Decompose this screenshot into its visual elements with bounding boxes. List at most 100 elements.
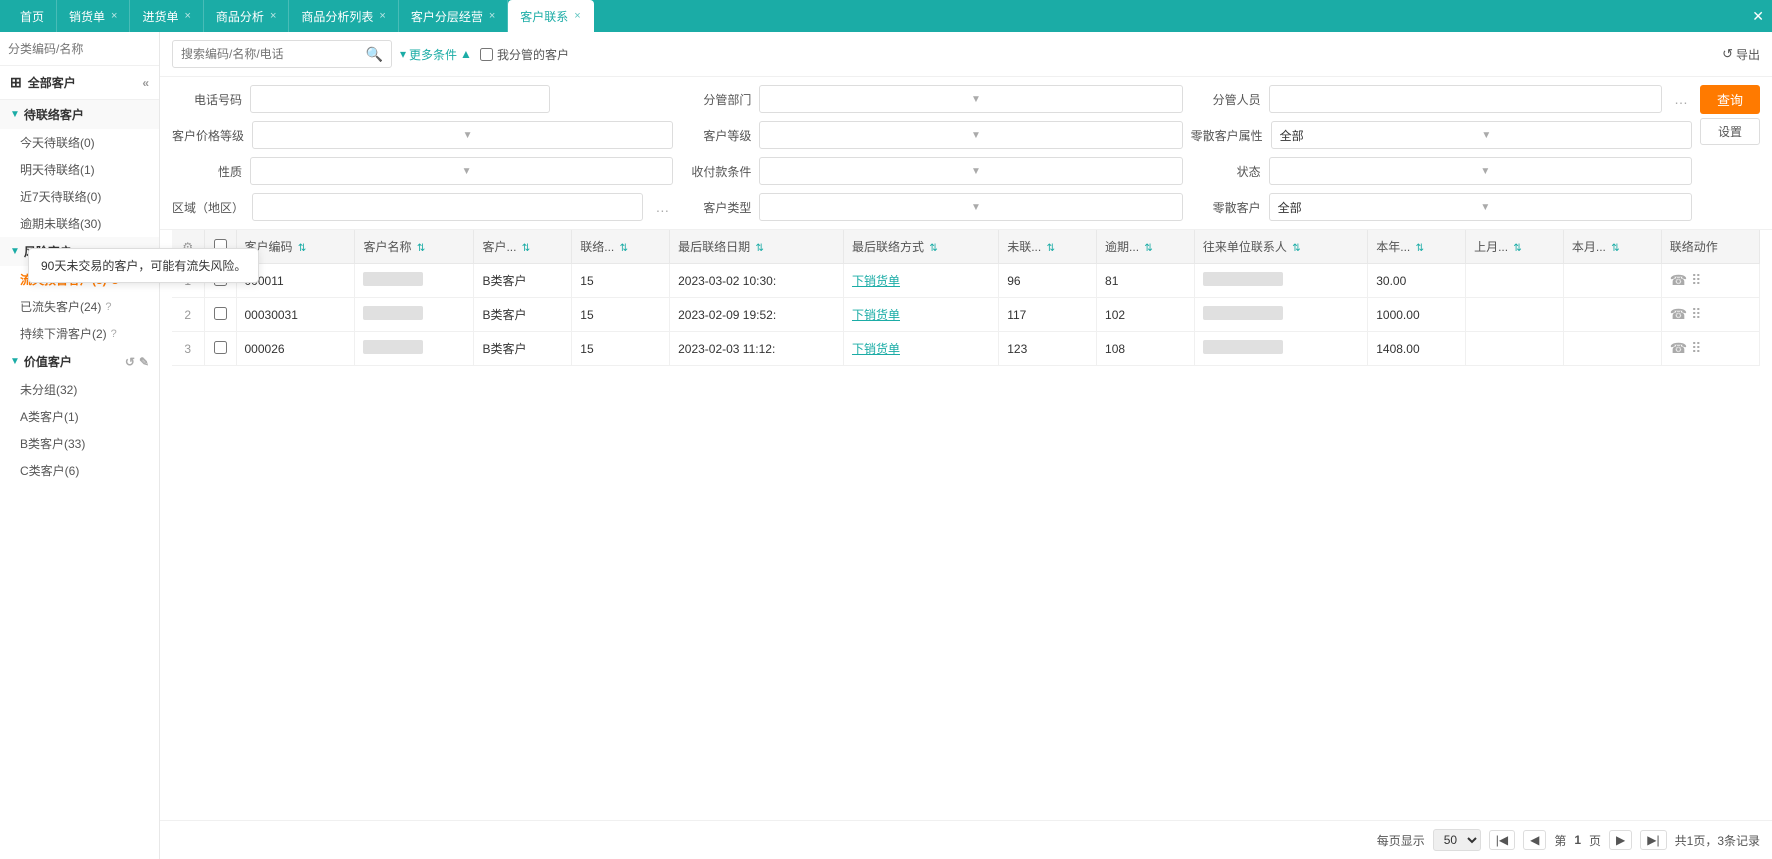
phone-input[interactable] [250,85,550,113]
customer-level-label: 客户等级 [681,127,751,144]
row-num: 3 [172,332,204,366]
sidebar-item-ungrouped[interactable]: 未分组(32) [0,376,159,403]
sidebar-item-tomorrow-contact[interactable]: 明天待联络(1) [0,156,159,183]
sidebar-group-value[interactable]: ▼ 价值客户 ↺ ✎ [0,347,159,376]
person-select[interactable] [1269,85,1662,113]
row-checkbox-cell[interactable] [204,332,236,366]
all-customers-icon: ⊞ [10,74,22,91]
close-tab-sales-order[interactable]: × [111,10,117,22]
zero-attr-select[interactable]: 全部 ▼ [1271,121,1692,149]
sidebar-item-overdue-contact[interactable]: 逾期未联络(30) [0,210,159,237]
tab-product-analysis[interactable]: 商品分析 × [204,0,289,32]
close-tab-purchase-order[interactable]: × [184,10,190,22]
th-last-contact-method[interactable]: 最后联络方式 ⇅ [843,230,998,264]
row-more-icon[interactable]: ⠿ [1691,340,1701,357]
row-contact-icon[interactable]: ☎ [1670,306,1687,323]
sidebar-item-class-b[interactable]: B类客户(33) [0,430,159,457]
per-page-select[interactable]: 50 [1433,829,1481,851]
my-customers-checkbox-container[interactable]: 我分管的客户 [480,46,569,63]
filter-bar: 🔍 ▾ 更多条件 ▲ 我分管的客户 ↺ 导出 [160,32,1772,77]
row-last-contact-method[interactable]: 下销货单 [843,332,998,366]
sidebar-item-7days-contact[interactable]: 近7天待联络(0) [0,183,159,210]
row-contact-icon[interactable]: ☎ [1670,272,1687,289]
row-checkbox[interactable] [214,341,227,354]
sidebar-item-class-a[interactable]: A类客户(1) [0,403,159,430]
tab-purchase-order[interactable]: 进货单 × [130,0,203,32]
payment-arrow: ▼ [971,166,1174,177]
close-tab-customer-contact[interactable]: × [574,10,580,22]
sort-icon-contact-person: ⇅ [1292,243,1300,254]
prev-page-btn[interactable]: ◀ [1523,830,1546,850]
row-name [355,332,474,366]
close-tab-product-analysis[interactable]: × [270,10,276,22]
zero-customer-arrow: ▼ [1480,202,1683,213]
row-num: 2 [172,298,204,332]
last-page-btn[interactable]: ▶| [1640,830,1666,850]
customer-type-select[interactable]: ▼ [759,193,1182,221]
zero-customer-select[interactable]: 全部 ▼ [1269,193,1692,221]
th-this-month[interactable]: 本月... ⇅ [1563,230,1661,264]
th-contact[interactable]: 联络... ⇅ [572,230,670,264]
sidebar-item-today-contact[interactable]: 今天待联络(0) [0,129,159,156]
sidebar-all-customers[interactable]: ⊞ 全部客户 « [0,66,159,100]
person-more[interactable]: … [1670,91,1692,107]
sidebar-item-class-c[interactable]: C类客户(6) [0,457,159,484]
row-checkbox[interactable] [214,307,227,320]
sidebar-search-input[interactable] [8,42,160,56]
row-no-contact-days: 96 [999,264,1097,298]
export-button[interactable]: ↺ 导出 [1722,46,1760,63]
close-tab-customer-segment[interactable]: × [489,10,495,22]
price-level-select[interactable]: ▼ [252,121,673,149]
tab-sales-order[interactable]: 销货单 × [57,0,130,32]
churned-help-icon[interactable]: ? [105,301,111,313]
region-select[interactable] [252,193,643,221]
sort-icon-overdue: ⇅ [1144,243,1152,254]
group-arrow-waiting: ▼ [10,109,20,120]
payment-label: 收付款条件 [681,163,751,180]
row-contact-person [1194,264,1367,298]
settings-button[interactable]: 设置 [1700,118,1760,145]
tab-customer-contact[interactable]: 客户联系 × [508,0,593,32]
more-conditions-btn[interactable]: ▾ 更多条件 ▲ [400,46,472,63]
my-customers-checkbox[interactable] [480,48,493,61]
filter-search-input[interactable] [181,47,366,61]
payment-select[interactable]: ▼ [759,157,1182,185]
th-type[interactable]: 客户... ⇅ [474,230,572,264]
filter-search-button[interactable]: 🔍 [366,46,383,63]
region-more[interactable]: … [651,199,673,215]
tab-home[interactable]: 首页 [8,0,57,32]
th-last-month[interactable]: 上月... ⇅ [1466,230,1564,264]
row-last-contact-method[interactable]: 下销货单 [843,264,998,298]
sidebar-item-churned[interactable]: 已流失客户(24) ? [0,293,159,320]
status-select[interactable]: ▼ [1269,157,1692,185]
row-actions: ☎ ⠿ [1661,298,1759,332]
close-all-tabs[interactable]: ✕ [1752,8,1764,25]
close-tab-product-analysis-list[interactable]: × [379,10,385,22]
sidebar-collapse-icon[interactable]: « [142,76,149,90]
row-checkbox-cell[interactable] [204,298,236,332]
refresh-icon[interactable]: ↺ [125,355,135,369]
sidebar-group-waiting[interactable]: ▼ 待联络客户 [0,100,159,129]
dept-select[interactable]: ▼ [759,85,1182,113]
th-this-year[interactable]: 本年... ⇅ [1368,230,1466,264]
row-contact-icon[interactable]: ☎ [1670,340,1687,357]
th-contact-person[interactable]: 往来单位联系人 ⇅ [1194,230,1367,264]
row-more-icon[interactable]: ⠿ [1691,306,1701,323]
row-last-contact-method[interactable]: 下销货单 [843,298,998,332]
edit-icon[interactable]: ✎ [139,355,149,369]
nature-select[interactable]: ▼ [250,157,673,185]
next-page-btn[interactable]: ▶ [1609,830,1632,850]
th-name[interactable]: 客户名称 ⇅ [355,230,474,264]
query-button[interactable]: 查询 [1700,85,1760,114]
th-last-contact-date[interactable]: 最后联络日期 ⇅ [670,230,844,264]
tab-product-analysis-list[interactable]: 商品分析列表 × [289,0,398,32]
sidebar-item-declining[interactable]: 持续下滑客户(2) ? [0,320,159,347]
declining-help-icon[interactable]: ? [111,328,117,340]
row-more-icon[interactable]: ⠿ [1691,272,1701,289]
tab-customer-segment[interactable]: 客户分层经营 × [399,0,508,32]
th-overdue[interactable]: 逾期... ⇅ [1097,230,1195,264]
customer-level-select[interactable]: ▼ [759,121,1182,149]
th-no-contact-days[interactable]: 未联... ⇅ [999,230,1097,264]
customer-type-label: 客户类型 [681,199,751,216]
first-page-btn[interactable]: |◀ [1489,830,1515,850]
